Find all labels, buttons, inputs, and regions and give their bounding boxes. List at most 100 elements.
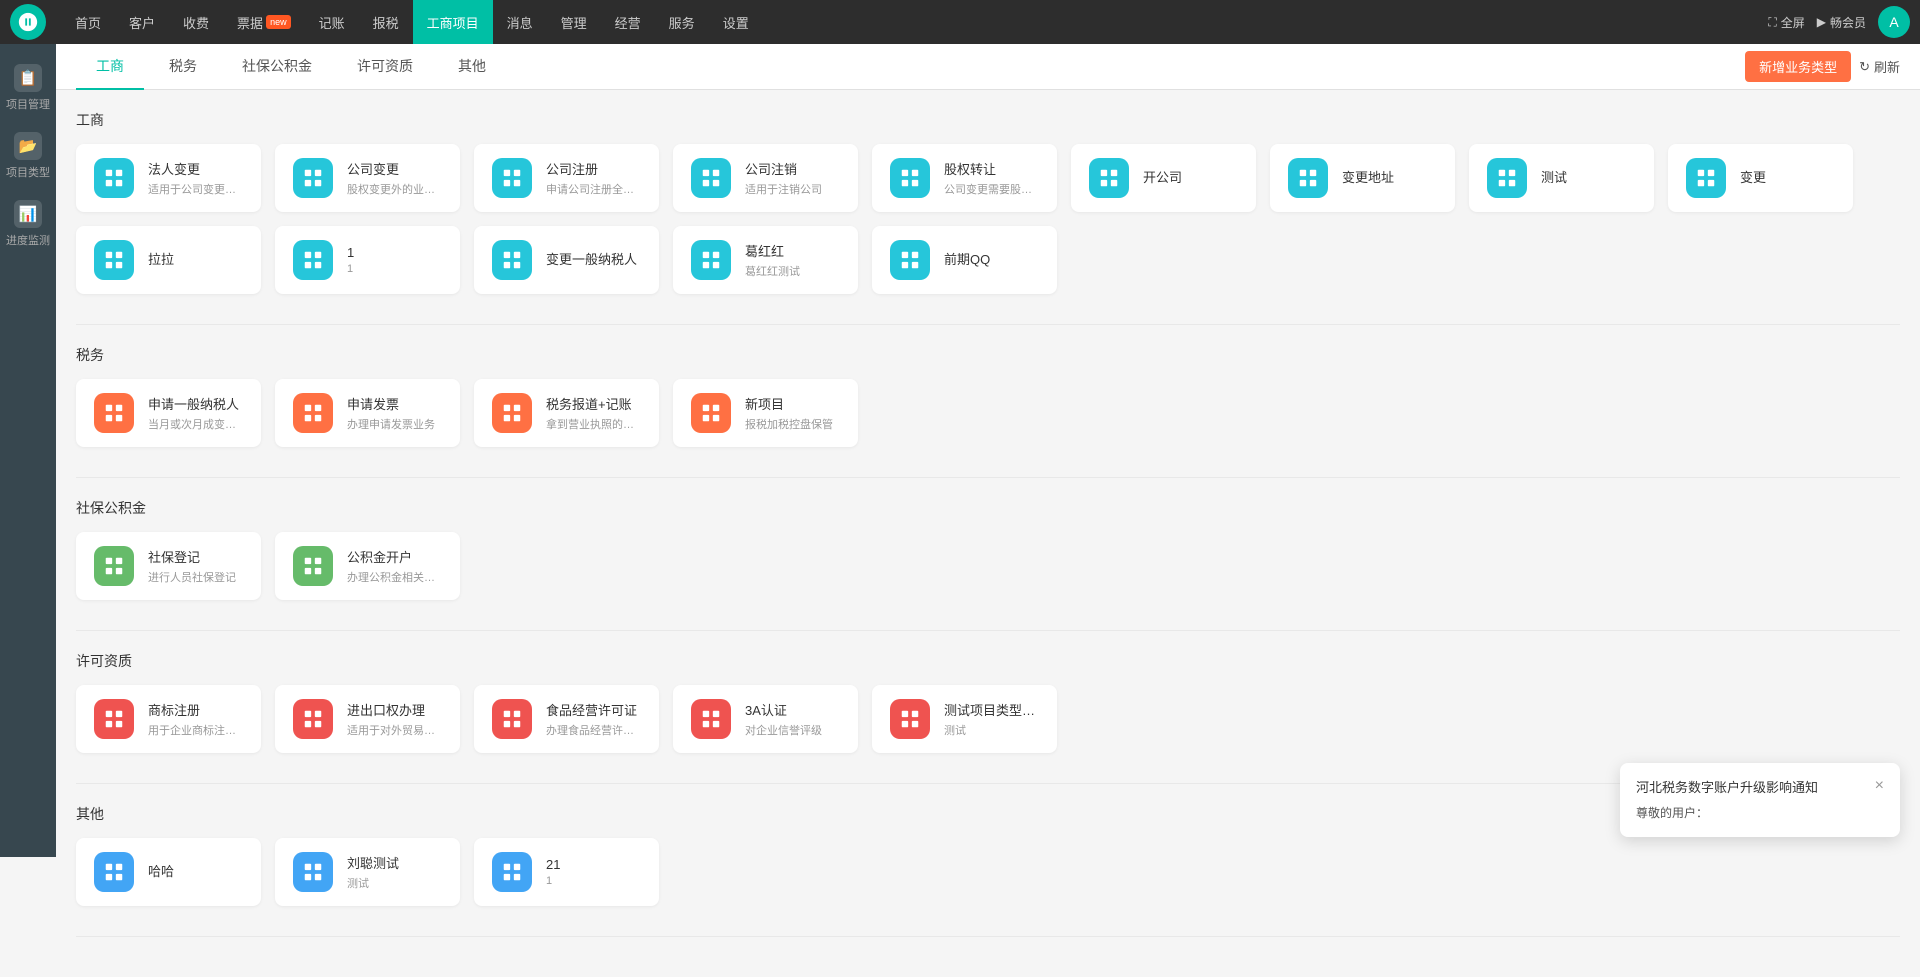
card-info: 开公司 <box>1143 167 1238 189</box>
avatar[interactable]: A <box>1878 6 1910 38</box>
card-法人变更[interactable]: 法人变更适用于公司变更法人 <box>76 144 261 212</box>
nav-item-经营[interactable]: 经营 <box>601 0 655 44</box>
card-商标注册[interactable]: 商标注册用于企业商标注册服务 <box>76 685 261 753</box>
sidebar-icon: 📊 <box>14 200 42 228</box>
card-开公司[interactable]: 开公司 <box>1071 144 1256 212</box>
card-desc: 当月或次月成变更完成 <box>148 416 243 432</box>
card-股权转让[interactable]: 股权转让公司变更需要股权转让 <box>872 144 1057 212</box>
card-name: 进出口权办理 <box>347 700 442 719</box>
card-desc: 测试 <box>944 722 1039 738</box>
logo[interactable] <box>10 4 46 40</box>
card-申请一般纳税人[interactable]: 申请一般纳税人当月或次月成变更完成 <box>76 379 261 447</box>
card-食品经营许可证[interactable]: 食品经营许可证办理食品经营许可证 <box>474 685 659 753</box>
card-icon <box>492 240 532 280</box>
card-info: 法人变更适用于公司变更法人 <box>148 159 243 197</box>
card-变更一般纳税人[interactable]: 变更一般纳税人 <box>474 226 659 294</box>
card-进出口权办理[interactable]: 进出口权办理适用于对外贸易经营者 <box>275 685 460 753</box>
card-申请发票[interactable]: 申请发票办理申请发票业务 <box>275 379 460 447</box>
fullscreen-label: 全屏 <box>1781 14 1805 31</box>
card-葛红红[interactable]: 葛红红葛红红测试 <box>673 226 858 294</box>
tab-其他[interactable]: 其他 <box>438 44 506 90</box>
sidebar-item-进度监测[interactable]: 📊 进度监测 <box>0 190 56 258</box>
card-info: 新项目报税加税控盘保管 <box>745 394 840 432</box>
card-info: 拉拉 <box>148 249 243 271</box>
card-3A认证[interactable]: 3A认证对企业信誉评级 <box>673 685 858 753</box>
refresh-button[interactable]: ↻ 刷新 <box>1859 57 1900 76</box>
card-icon <box>492 393 532 433</box>
section-divider <box>76 324 1900 325</box>
card-新项目[interactable]: 新项目报税加税控盘保管 <box>673 379 858 447</box>
card-公司变更[interactable]: 公司变更股权变更外的业务变更 <box>275 144 460 212</box>
nav-item-首页[interactable]: 首页 <box>61 0 115 44</box>
card-公积金开户[interactable]: 公积金开户办理公积金相关业务 <box>275 532 460 600</box>
nav-item-服务[interactable]: 服务 <box>655 0 709 44</box>
card-icon <box>492 699 532 739</box>
card-icon <box>293 393 333 433</box>
card-公司注销[interactable]: 公司注销适用于注销公司 <box>673 144 858 212</box>
tab-工商[interactable]: 工商 <box>76 44 144 90</box>
card-desc: 股权变更外的业务变更 <box>347 181 442 197</box>
card-name: 变更一般纳税人 <box>546 249 641 268</box>
nav-item-工商项目[interactable]: 工商项目 <box>413 0 493 44</box>
card-icon <box>293 852 333 892</box>
card-税务报道+记账[interactable]: 税务报道+记账拿到营业执照的新公司 <box>474 379 659 447</box>
card-name: 哈哈 <box>148 861 243 880</box>
sidebar-item-项目类型[interactable]: 📂项目类型 <box>0 122 56 190</box>
member-btn[interactable]: ▶ 畅会员 <box>1817 14 1866 31</box>
tab-许可资质[interactable]: 许可资质 <box>337 44 433 90</box>
sidebar-label: 进度监测 <box>6 232 50 248</box>
card-测试项目类型目定义[interactable]: 测试项目类型目定义测试 <box>872 685 1057 753</box>
card-icon <box>890 699 930 739</box>
sidebar: 📋项目管理📂项目类型 📊 进度监测 <box>0 44 56 857</box>
tab-税务[interactable]: 税务 <box>149 44 217 90</box>
avatar-text: A <box>1889 14 1898 30</box>
card-社保登记[interactable]: 社保登记进行人员社保登记 <box>76 532 261 600</box>
cards-grid-社保公积金: 社保登记进行人员社保登记公积金开户办理公积金相关业务 <box>76 532 1900 600</box>
card-哈哈[interactable]: 哈哈 <box>76 838 261 906</box>
card-前期QQ[interactable]: 前期QQ <box>872 226 1057 294</box>
nav-item-票据[interactable]: 票据new <box>223 0 305 44</box>
card-info: 申请发票办理申请发票业务 <box>347 394 442 432</box>
sidebar-item-项目管理[interactable]: 📋项目管理 <box>0 54 56 122</box>
card-info: 哈哈 <box>148 861 243 883</box>
card-icon <box>94 240 134 280</box>
card-拉拉[interactable]: 拉拉 <box>76 226 261 294</box>
card-变更[interactable]: 变更 <box>1668 144 1853 212</box>
notification-close-button[interactable]: × <box>1875 778 1884 794</box>
card-icon <box>1089 158 1129 198</box>
card-name: 21 <box>546 857 641 872</box>
card-info: 刘聪测试测试 <box>347 853 442 891</box>
card-测试[interactable]: 测试 <box>1469 144 1654 212</box>
card-desc: 拿到营业执照的新公司 <box>546 416 641 432</box>
card-21[interactable]: 211 <box>474 838 659 906</box>
card-info: 公司变更股权变更外的业务变更 <box>347 159 442 197</box>
card-刘聪测试[interactable]: 刘聪测试测试 <box>275 838 460 906</box>
card-desc: 进行人员社保登记 <box>148 569 243 585</box>
card-公司注册[interactable]: 公司注册申请公司注册全流程 <box>474 144 659 212</box>
card-name: 1 <box>347 245 442 260</box>
refresh-icon: ↻ <box>1859 59 1870 75</box>
nav-item-设置[interactable]: 设置 <box>709 0 763 44</box>
card-1[interactable]: 11 <box>275 226 460 294</box>
section-divider <box>76 477 1900 478</box>
header-actions: 新增业务类型 ↻ 刷新 <box>1745 51 1900 82</box>
card-icon <box>293 158 333 198</box>
card-icon <box>1288 158 1328 198</box>
nav-item-收费[interactable]: 收费 <box>169 0 223 44</box>
card-icon <box>293 240 333 280</box>
tab-社保公积金[interactable]: 社保公积金 <box>222 44 332 90</box>
add-business-type-button[interactable]: 新增业务类型 <box>1745 51 1851 82</box>
card-info: 211 <box>546 857 641 887</box>
nav-item-报税[interactable]: 报税 <box>359 0 413 44</box>
nav-item-管理[interactable]: 管理 <box>547 0 601 44</box>
card-info: 11 <box>347 245 442 275</box>
card-info: 3A认证对企业信誉评级 <box>745 700 840 738</box>
nav-item-客户[interactable]: 客户 <box>115 0 169 44</box>
card-变更地址[interactable]: 变更地址 <box>1270 144 1455 212</box>
card-icon <box>94 158 134 198</box>
card-name: 葛红红 <box>745 241 840 260</box>
nav-item-记账[interactable]: 记账 <box>305 0 359 44</box>
card-name: 变更 <box>1740 167 1835 186</box>
nav-item-消息[interactable]: 消息 <box>493 0 547 44</box>
fullscreen-btn[interactable]: ⛶ 全屏 <box>1768 14 1804 31</box>
